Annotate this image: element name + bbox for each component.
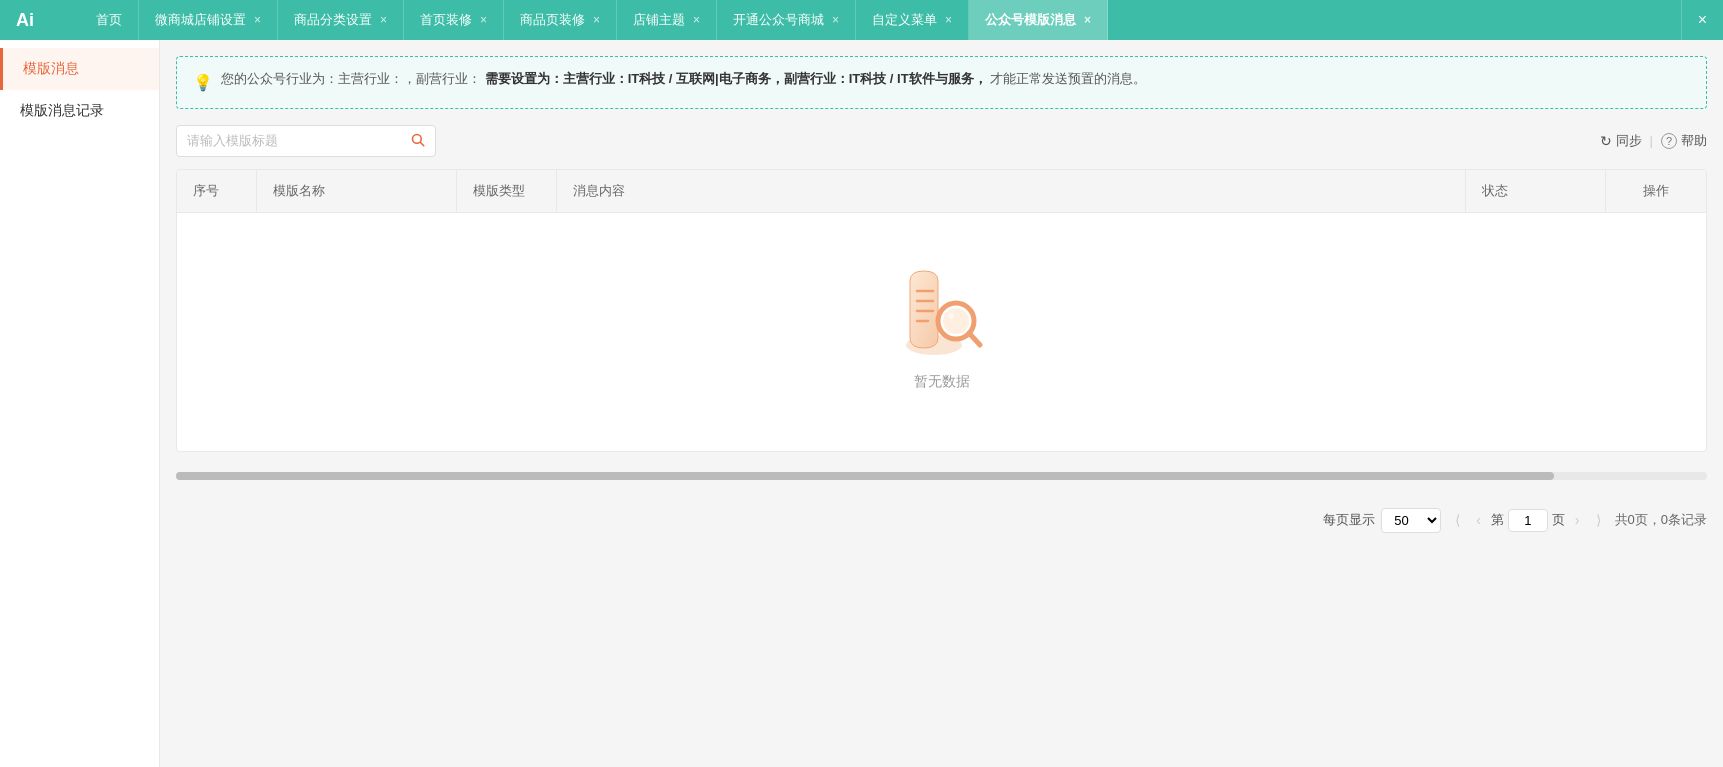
svg-point-8 — [943, 308, 969, 334]
nav-homepage[interactable]: 首页装修 × — [404, 0, 504, 40]
search-bar: ↻ 同步 | ? 帮助 — [176, 125, 1707, 157]
page-nav: ⟨ ‹ 第 页 › ⟩ — [1449, 509, 1606, 532]
nav-homepage-label: 首页装修 — [420, 11, 472, 29]
toolbar-right: ↻ 同步 | ? 帮助 — [1600, 132, 1707, 150]
top-nav: Ai 首页 微商城店铺设置 × 商品分类设置 × 首页装修 × 商品页装修 × … — [0, 0, 1723, 40]
svg-line-9 — [969, 333, 980, 345]
nav-category-label: 商品分类设置 — [294, 11, 372, 29]
notice-suffix: 才能正常发送预置的消息。 — [990, 71, 1146, 86]
toolbar-divider: | — [1650, 133, 1653, 148]
pagination: 每页显示 50 10 20 100 ⟨ ‹ 第 页 › ⟩ 共0页， — [176, 500, 1707, 537]
content-area: 💡 您的公众号行业为：主营行业：，副营行业： 需要设置为：主营行业：IT科技 /… — [160, 40, 1723, 767]
horizontal-scrollbar[interactable] — [176, 472, 1707, 480]
empty-text: 暂无数据 — [914, 373, 970, 391]
app-logo: Ai — [0, 10, 80, 31]
scroll-thumb[interactable] — [176, 472, 1554, 480]
nav-productpage-label: 商品页装修 — [520, 11, 585, 29]
page-size-label: 每页显示 — [1323, 511, 1375, 529]
nav-homepage-close[interactable]: × — [480, 13, 487, 27]
page-label: 第 — [1491, 511, 1504, 529]
nav-theme-label: 店铺主题 — [633, 11, 685, 29]
nav-home[interactable]: 首页 — [80, 0, 139, 40]
nav-weshop[interactable]: 微商城店铺设置 × — [139, 0, 278, 40]
help-icon: ? — [1661, 133, 1677, 149]
sidebar-item-template-record[interactable]: 模版消息记录 — [0, 90, 159, 132]
search-input-wrap — [176, 125, 436, 157]
nav-opencity-close[interactable]: × — [832, 13, 839, 27]
nav-custommenu[interactable]: 自定义菜单 × — [856, 0, 969, 40]
nav-weshop-close[interactable]: × — [254, 13, 261, 27]
nav-template-label: 公众号模版消息 — [985, 11, 1076, 29]
search-input[interactable] — [187, 133, 406, 148]
close-all-button[interactable]: × — [1681, 0, 1723, 40]
total-info: 共0页，0条记录 — [1615, 511, 1707, 529]
sidebar-item-template-record-label: 模版消息记录 — [20, 102, 104, 118]
sidebar-item-template-msg[interactable]: 模版消息 — [0, 48, 159, 90]
notice-prefix: 您的公众号行业为：主营行业：，副营行业： — [221, 71, 481, 86]
last-page-button[interactable]: ⟩ — [1590, 510, 1607, 530]
nav-custommenu-close[interactable]: × — [945, 13, 952, 27]
empty-state: 暂无数据 — [177, 213, 1706, 451]
page-number-input[interactable] — [1508, 509, 1548, 532]
nav-weshop-label: 微商城店铺设置 — [155, 11, 246, 29]
nav-theme[interactable]: 店铺主题 × — [617, 0, 717, 40]
prev-page-button[interactable]: ‹ — [1470, 510, 1487, 530]
nav-opencity-label: 开通公众号商城 — [733, 11, 824, 29]
nav-productpage[interactable]: 商品页装修 × — [504, 0, 617, 40]
next-page-button[interactable]: › — [1569, 510, 1586, 530]
th-type: 模版类型 — [457, 170, 557, 212]
th-name: 模版名称 — [257, 170, 457, 212]
svg-point-10 — [948, 313, 954, 319]
page-size-select[interactable]: 50 10 20 100 — [1381, 508, 1441, 533]
help-button[interactable]: ? 帮助 — [1661, 132, 1707, 150]
sync-label: 同步 — [1616, 132, 1642, 150]
th-status: 状态 — [1466, 170, 1606, 212]
nav-custommenu-label: 自定义菜单 — [872, 11, 937, 29]
sync-button[interactable]: ↻ 同步 — [1600, 132, 1642, 150]
nav-category-close[interactable]: × — [380, 13, 387, 27]
empty-illustration — [882, 253, 1002, 373]
first-page-button[interactable]: ⟨ — [1449, 510, 1466, 530]
notice-box: 💡 您的公众号行业为：主营行业：，副营行业： 需要设置为：主营行业：IT科技 /… — [176, 56, 1707, 109]
notice-highlight: 需要设置为：主营行业：IT科技 / 互联网|电子商务，副营行业：IT科技 / I… — [485, 71, 987, 86]
table-header: 序号 模版名称 模版类型 消息内容 状态 操作 — [177, 170, 1706, 213]
search-icon — [410, 132, 425, 147]
notice-text: 您的公众号行业为：主营行业：，副营行业： 需要设置为：主营行业：IT科技 / 互… — [221, 69, 1146, 90]
nav-category[interactable]: 商品分类设置 × — [278, 0, 404, 40]
data-table: 序号 模版名称 模版类型 消息内容 状态 操作 — [176, 169, 1707, 452]
nav-template-close[interactable]: × — [1084, 13, 1091, 27]
page-input-wrap: 第 页 — [1491, 509, 1565, 532]
notice-icon: 💡 — [193, 70, 213, 96]
th-action: 操作 — [1606, 170, 1706, 212]
th-seq: 序号 — [177, 170, 257, 212]
nav-theme-close[interactable]: × — [693, 13, 700, 27]
sidebar-item-template-msg-label: 模版消息 — [23, 60, 79, 76]
sidebar: 模版消息 模版消息记录 — [0, 40, 160, 767]
main-layout: 模版消息 模版消息记录 💡 您的公众号行业为：主营行业：，副营行业： 需要设置为… — [0, 40, 1723, 767]
nav-opencity[interactable]: 开通公众号商城 × — [717, 0, 856, 40]
sync-icon: ↻ — [1600, 133, 1612, 149]
help-label: 帮助 — [1681, 132, 1707, 150]
svg-line-1 — [420, 142, 423, 145]
nav-template[interactable]: 公众号模版消息 × — [969, 0, 1108, 40]
page-size-wrap: 每页显示 50 10 20 100 — [1323, 508, 1441, 533]
search-button[interactable] — [410, 132, 425, 150]
nav-productpage-close[interactable]: × — [593, 13, 600, 27]
nav-home-label: 首页 — [96, 11, 122, 29]
th-content: 消息内容 — [557, 170, 1466, 212]
page-unit: 页 — [1552, 511, 1565, 529]
